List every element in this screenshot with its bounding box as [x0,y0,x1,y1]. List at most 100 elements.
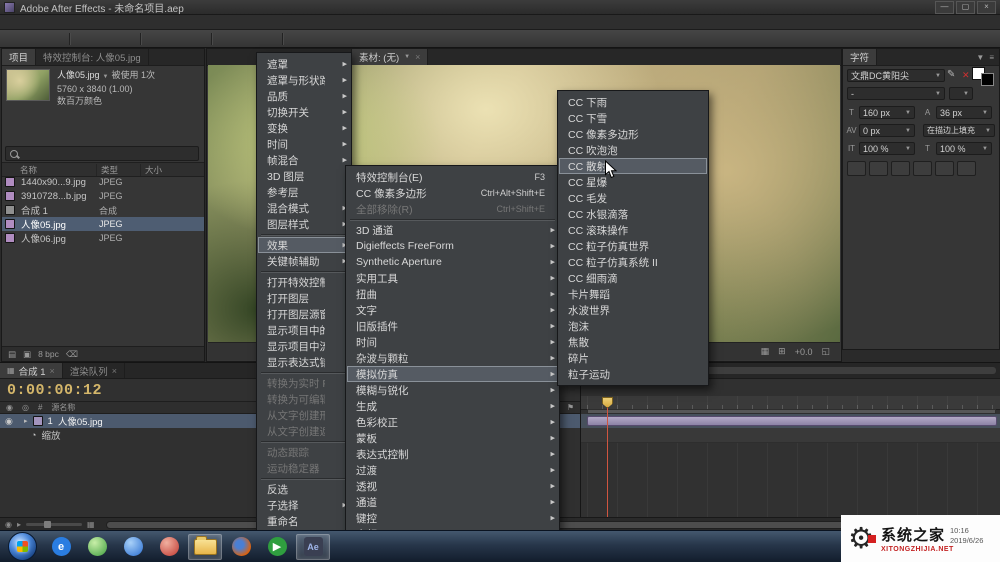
audio-icon[interactable]: ◎ [22,403,29,412]
menu-item[interactable]: 焦散 [559,334,707,350]
menu-item[interactable]: 转换为实时 Photoshop 3D [258,375,350,391]
close-icon[interactable]: × [415,52,420,62]
menu-item[interactable]: 显示项目中的图层来源 [258,322,350,338]
time-ruler[interactable] [581,396,1000,410]
menu-item[interactable]: 蒙板 [347,430,558,446]
menu-item[interactable]: 键控 [347,510,558,526]
menu-item[interactable]: 时间 [258,136,350,152]
1440x90...9.jpg[interactable]: 1440x90...9.jpg JPEG [2,175,204,189]
menu-item[interactable]: 文字 [347,302,558,318]
stopwatch-icon[interactable]: ◔ [31,430,36,440]
menu-item[interactable]: 混合模式 [258,200,350,216]
timeline-zoom-slider[interactable] [26,521,82,528]
current-timecode[interactable]: 0:00:00:12 [7,382,102,399]
menu-item[interactable]: 反选 [258,481,350,497]
taskbar-icon-green-browser[interactable] [80,534,114,560]
menu-item[interactable]: 碎片 [559,350,707,366]
menu-item[interactable]: 显示项目中流程图中的图层 [258,338,350,354]
column-header-size[interactable]: 大小 [140,163,204,176]
menu-item[interactable]: 转换为可编辑文字 [258,391,350,407]
menu-item[interactable]: 全部移除(R) Ctrl+Shift+E [347,201,558,217]
menu-item[interactable]: 表达式控制 [347,446,558,462]
menu-item[interactable]: CC 吹泡泡 [559,142,707,158]
zoom-in-icon[interactable]: ▦ [87,520,95,529]
close-icon[interactable]: × [50,366,55,376]
taskbar-icon-player[interactable]: ▶ [260,534,294,560]
menu-item[interactable]: 从文字创建形状 [258,407,350,423]
project-bit-depth[interactable]: 8 bpc [38,349,59,359]
safe-zones-icon[interactable]: ⊞ [778,346,786,357]
menu-item[interactable]: 生成 [347,398,558,414]
faux-style-button[interactable] [935,161,954,176]
人像06.jpg[interactable]: 人像06.jpg JPEG [2,231,204,245]
menu-item[interactable]: 品质 [258,88,350,104]
menu-item[interactable]: 模糊与锐化 [347,382,558,398]
layer-duration-bar[interactable] [587,416,997,426]
menu-item[interactable]: 显示表达式错误 [258,354,350,370]
menu-item[interactable]: CC 毛发 [559,190,707,206]
tracking-field[interactable]: 0 px ▼ [859,124,915,137]
menu-item[interactable]: 3D 通道 [347,222,558,238]
project-search-box[interactable] [5,146,199,161]
eye-icon[interactable]: ◉ [5,416,19,427]
menu-item[interactable]: 透视 [347,478,558,494]
menu-item[interactable]: 时间 [347,334,558,350]
menu-item[interactable]: 遮罩与形状路径 [258,72,350,88]
menu-item[interactable]: 遮罩 [258,56,350,72]
column-header-type[interactable]: 类型 [96,163,140,176]
menu-item[interactable]: 杂波与颗粒 [347,350,558,366]
menu-item[interactable]: 参考层 [258,184,350,200]
chevron-down-icon[interactable]: ▼ [976,53,984,62]
faux-style-button[interactable] [869,161,888,176]
taskbar-icon-ie[interactable]: e [44,534,78,560]
close-button[interactable]: × [977,0,996,14]
menu-item[interactable]: 3D 图层 [258,168,350,184]
panel-tab[interactable]: 特效控制台: 人像05.jpg [36,49,149,65]
minimize-button[interactable]: — [935,0,954,14]
footage-tab[interactable]: 素材: (无) ▼ × [351,49,429,65]
region-icon[interactable]: ◱ [821,346,830,357]
taskbar-icon-media-player[interactable] [152,534,186,560]
new-folder-icon[interactable]: ▣ [23,349,31,360]
grid-view-icon[interactable]: ▤ [8,349,16,360]
menu-item[interactable]: 运动稳定器 [258,460,350,476]
panel-menu-icon[interactable]: ≡ [989,53,994,62]
menu-item[interactable]: 通道 [347,494,558,510]
menu-item[interactable]: CC 下雪 [559,110,707,126]
taskbar-icon-explorer[interactable] [188,533,222,560]
menu-item[interactable]: CC 散射 [559,158,707,174]
menu-item[interactable]: CC 粒子仿真世界 [559,238,707,254]
checker-icon[interactable]: ▦ [761,346,770,357]
font-family-dropdown[interactable]: 文鼎DC黄阳尖 ▼ [847,69,945,82]
menu-item[interactable]: 关键帧辅助 [258,253,350,269]
menu-item[interactable]: 粒子运动 [559,366,707,382]
faux-style-button[interactable] [957,161,976,176]
font-size-field[interactable]: 160 px ▼ [859,106,915,119]
menu-item[interactable]: 旧版插件 [347,318,558,334]
menu-item[interactable]: 效果 [258,237,350,253]
menu-item[interactable]: 泡沫 [559,318,707,334]
close-icon[interactable]: × [112,366,117,376]
menu-item[interactable]: 水波世界 [559,302,707,318]
menu-item[interactable]: 打开图层 [258,290,350,306]
character-panel-tab[interactable]: 字符 [843,49,878,65]
exposure-value[interactable]: +0.0 [795,347,813,357]
menu-item[interactable]: 打开图层源窗口 [258,306,350,322]
eyedropper-icon[interactable]: ✎ [947,69,955,80]
label-chip[interactable] [32,416,43,426]
maximize-button[interactable]: ▢ [956,0,975,14]
font-style-small-dropdown[interactable]: ▼ [949,87,973,100]
menu-item[interactable]: CC 粒子仿真系统 II [559,254,707,270]
menu-item[interactable]: 卡片舞蹈 [559,286,707,302]
stroke-style-dropdown[interactable]: 在描边上填充 ▼ [923,124,995,137]
menu-item[interactable]: Digieffects FreeForm [347,238,558,254]
taskbar-icon-firefox[interactable] [224,534,258,560]
taskbar-icon-after-effects[interactable]: Ae [296,533,330,560]
source-name-header[interactable]: 源名称 [51,402,75,413]
panel-tab[interactable]: 项目 [2,49,37,65]
start-button[interactable] [8,532,37,561]
flag-icon[interactable]: ⚑ [567,403,574,412]
menu-item[interactable]: 动态跟踪 [258,444,350,460]
taskbar-icon-blue-browser[interactable] [116,534,150,560]
faux-style-button[interactable] [913,161,932,176]
